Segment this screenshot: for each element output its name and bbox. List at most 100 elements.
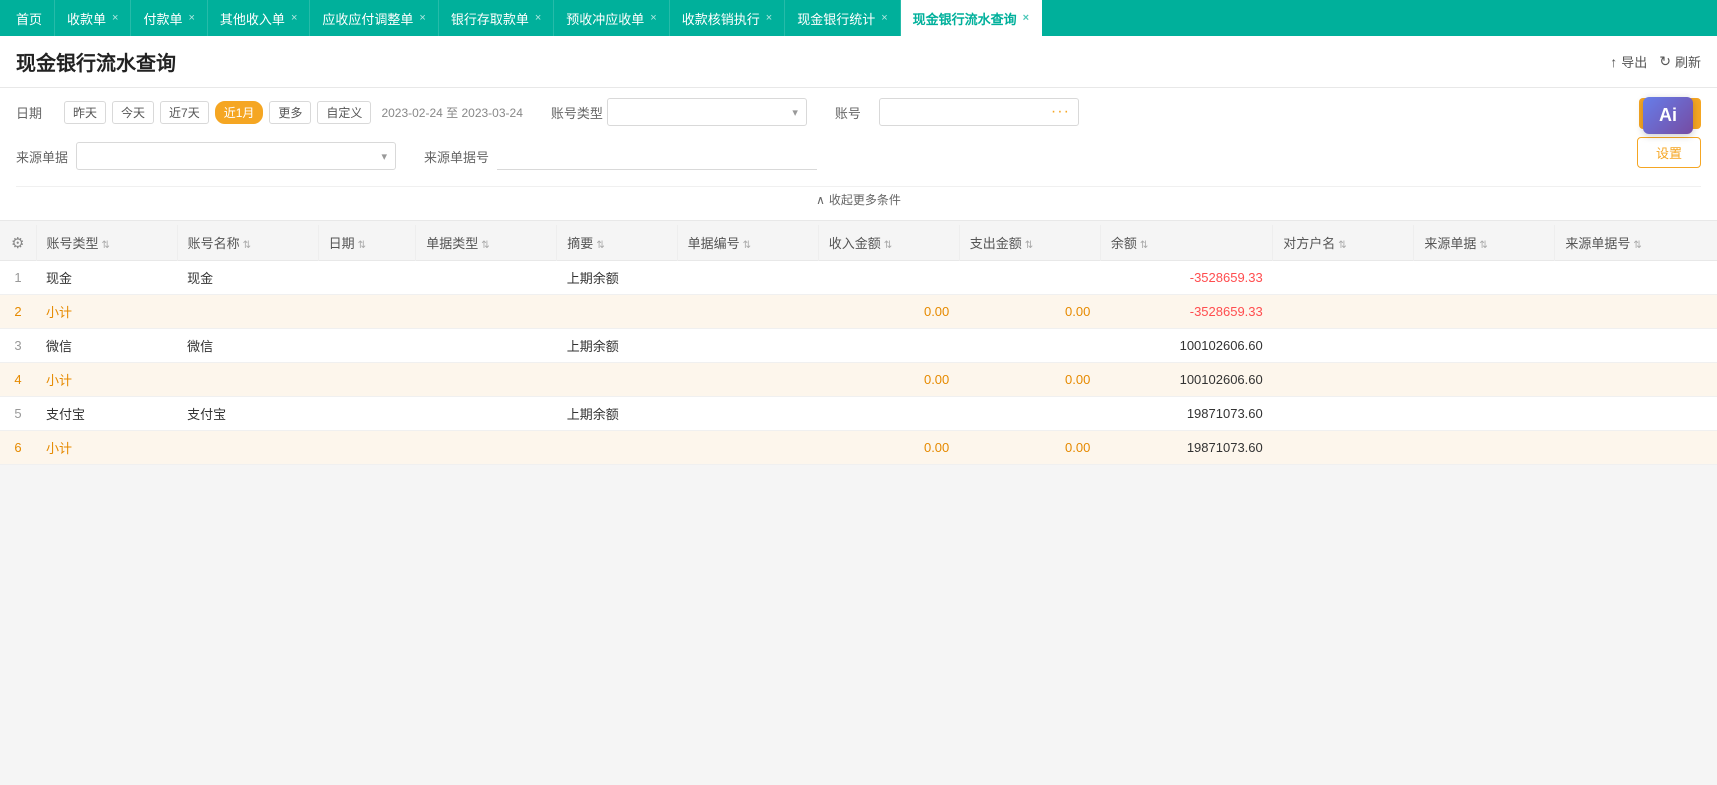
sort-expense-icon[interactable]: ⇅: [1025, 240, 1033, 251]
nav-bank-deposit[interactable]: 银行存取款单 ×: [439, 0, 554, 36]
close-prepay-icon[interactable]: ×: [650, 12, 656, 24]
cell-expense: 0.00: [959, 363, 1100, 397]
close-payment-icon[interactable]: ×: [188, 12, 194, 24]
cell-income: 0.00: [818, 431, 959, 465]
table-body: 1 现金 现金 上期余额 -3528659.33 2 小计 0.00 0.00 …: [0, 261, 1717, 465]
date-btn-today[interactable]: 今天: [112, 101, 154, 124]
source-doc-id-input[interactable]: [497, 142, 817, 170]
table-settings-icon[interactable]: ⚙: [11, 235, 24, 252]
cell-counterparty: [1273, 363, 1414, 397]
export-button[interactable]: ↑ 导出: [1610, 52, 1647, 71]
account-type-label: 账号类型: [551, 103, 603, 122]
col-settings[interactable]: ⚙: [0, 225, 36, 261]
cell-doc-number: [677, 329, 818, 363]
top-nav: 首页 收款单 × 付款单 × 其他收入单 × 应收应付调整单 × 银行存取款单 …: [0, 0, 1717, 36]
ai-badge[interactable]: Ai: [1643, 97, 1693, 134]
cell-date: [318, 431, 416, 465]
nav-prepay[interactable]: 预收冲应收单 ×: [554, 0, 669, 36]
nav-adjustment[interactable]: 应收应付调整单 ×: [310, 0, 438, 36]
collapse-bar[interactable]: ∧ 收起更多条件: [16, 186, 1701, 212]
date-btn-custom[interactable]: 自定义: [317, 101, 371, 124]
nav-cash-stats[interactable]: 现金银行统计 ×: [785, 0, 900, 36]
sort-summary-icon[interactable]: ⇅: [596, 240, 604, 251]
page-title: 现金银行流水查询: [16, 47, 176, 76]
filter-area: 日期 昨天 今天 近7天 近1月 更多 自定义 2023-02-24 至 202…: [0, 88, 1717, 221]
cell-summary: [557, 295, 677, 329]
cell-expense: [959, 397, 1100, 431]
table-row: 2 小计 0.00 0.00 -3528659.33: [0, 295, 1717, 329]
col-doc-type: 单据类型⇅: [416, 225, 557, 261]
nav-collection[interactable]: 收款核销执行 ×: [670, 0, 785, 36]
cell-summary: 上期余额: [557, 261, 677, 295]
cell-expense: [959, 261, 1100, 295]
sort-account-name-icon[interactable]: ⇅: [243, 240, 251, 251]
page-header: 现金银行流水查询 ↑ 导出 ↻ 刷新: [0, 36, 1717, 88]
nav-home[interactable]: 首页: [4, 0, 55, 36]
sort-balance-icon[interactable]: ⇅: [1140, 240, 1148, 251]
sort-counterparty-icon[interactable]: ⇅: [1338, 240, 1346, 251]
close-collection-icon[interactable]: ×: [766, 12, 772, 24]
cell-summary: 上期余额: [557, 329, 677, 363]
close-cash-stats-icon[interactable]: ×: [881, 12, 887, 24]
cell-source-doc-id: [1555, 295, 1717, 329]
date-btn-7days[interactable]: 近7天: [160, 101, 209, 124]
cell-account-type: 现金: [36, 261, 177, 295]
account-type-select[interactable]: ▾: [607, 98, 807, 126]
sort-source-doc-id-icon[interactable]: ⇅: [1633, 240, 1641, 251]
col-account-name: 账号名称⇅: [177, 225, 318, 261]
cell-doc-number: [677, 363, 818, 397]
sort-doc-type-icon[interactable]: ⇅: [481, 240, 489, 251]
nav-other-income[interactable]: 其他收入单 ×: [208, 0, 310, 36]
col-expense: 支出金额⇅: [959, 225, 1100, 261]
cell-doc-type: [416, 261, 557, 295]
refresh-button[interactable]: ↻ 刷新: [1659, 52, 1701, 71]
close-bank-deposit-icon[interactable]: ×: [535, 12, 541, 24]
date-btn-yesterday[interactable]: 昨天: [64, 101, 106, 124]
cell-date: [318, 261, 416, 295]
date-btn-1month[interactable]: 近1月: [215, 101, 264, 124]
account-dots-icon[interactable]: ···: [1051, 103, 1070, 121]
cell-expense: [959, 329, 1100, 363]
close-other-income-icon[interactable]: ×: [291, 12, 297, 24]
source-doc-select[interactable]: ▾: [76, 142, 396, 170]
close-adjustment-icon[interactable]: ×: [419, 12, 425, 24]
row-num: 4: [0, 363, 36, 397]
data-table: ⚙ 账号类型⇅ 账号名称⇅ 日期⇅ 单据类型⇅ 摘要⇅ 单据编号: [0, 225, 1717, 465]
table-row: 4 小计 0.00 0.00 100102606.60: [0, 363, 1717, 397]
sort-date-icon[interactable]: ⇅: [358, 240, 366, 251]
sort-account-type-icon[interactable]: ⇅: [102, 240, 110, 251]
account-input[interactable]: ···: [879, 98, 1079, 126]
cell-date: [318, 363, 416, 397]
account-filter: 账号 ···: [835, 98, 1079, 126]
cell-summary: [557, 363, 677, 397]
cell-source-doc-id: [1555, 329, 1717, 363]
cell-doc-type: [416, 431, 557, 465]
cell-account-type: 支付宝: [36, 397, 177, 431]
sort-doc-number-icon[interactable]: ⇅: [743, 240, 751, 251]
sort-source-doc-icon[interactable]: ⇅: [1479, 240, 1487, 251]
cell-doc-type: [416, 295, 557, 329]
settings-button[interactable]: 设置: [1637, 137, 1701, 168]
cell-account-name: 微信: [177, 329, 318, 363]
cell-account-type: 小计: [36, 431, 177, 465]
cell-source-doc-id: [1555, 261, 1717, 295]
sort-income-icon[interactable]: ⇅: [884, 240, 892, 251]
cell-account-type: 小计: [36, 295, 177, 329]
cell-source-doc-id: [1555, 397, 1717, 431]
close-cash-flow-icon[interactable]: ×: [1023, 12, 1029, 24]
cell-account-name: [177, 295, 318, 329]
date-btn-more[interactable]: 更多: [269, 101, 311, 124]
cell-source-doc: [1414, 329, 1555, 363]
nav-cash-flow[interactable]: 现金银行流水查询 ×: [901, 0, 1042, 36]
row-num: 5: [0, 397, 36, 431]
date-options: 昨天 今天 近7天 近1月 更多 自定义 2023-02-24 至 2023-0…: [64, 101, 523, 124]
nav-payment[interactable]: 付款单 ×: [131, 0, 207, 36]
nav-receipt[interactable]: 收款单 ×: [55, 0, 131, 36]
cell-account-name: 现金: [177, 261, 318, 295]
row-num: 2: [0, 295, 36, 329]
cell-counterparty: [1273, 397, 1414, 431]
cell-balance: 19871073.60: [1100, 397, 1272, 431]
close-receipt-icon[interactable]: ×: [112, 12, 118, 24]
col-account-type: 账号类型⇅: [36, 225, 177, 261]
table-row: 5 支付宝 支付宝 上期余额 19871073.60: [0, 397, 1717, 431]
